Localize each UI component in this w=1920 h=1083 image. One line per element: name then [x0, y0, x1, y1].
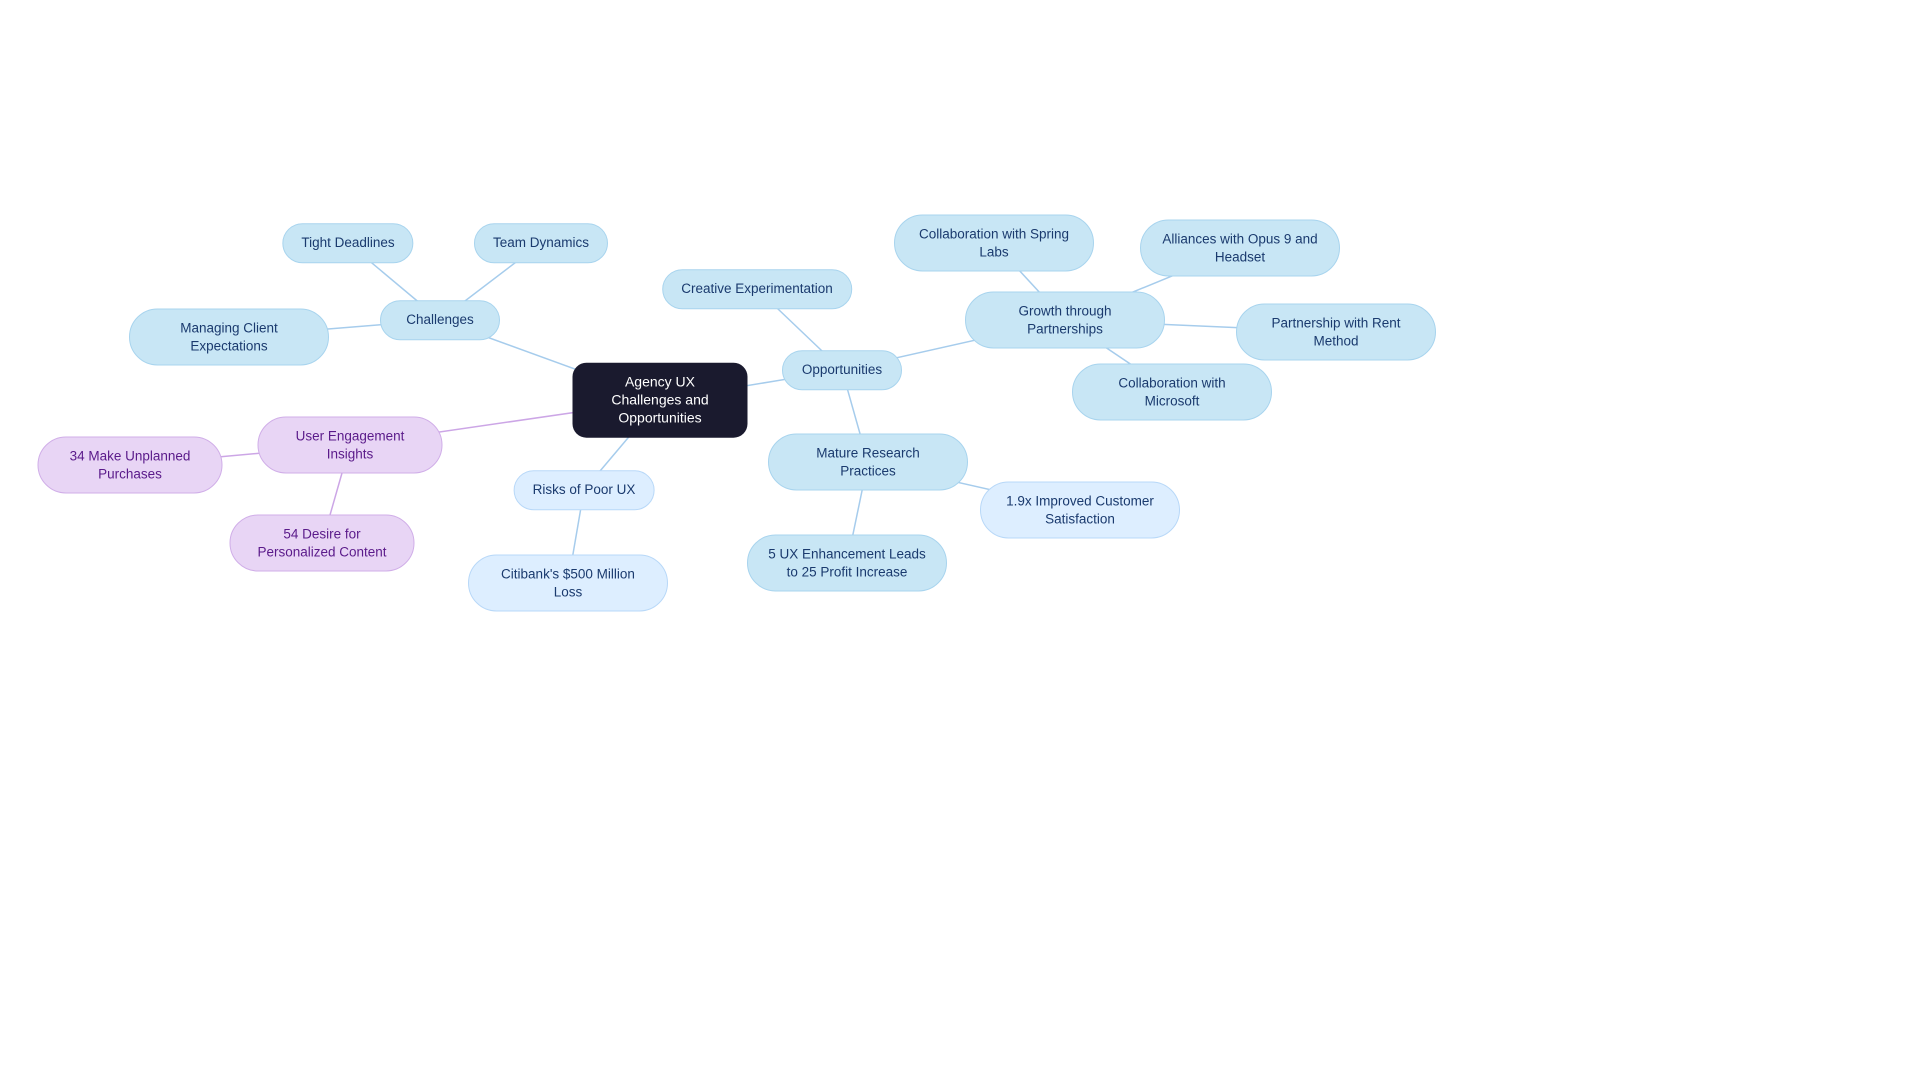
node-label-mature_research: Mature Research Practices — [787, 444, 949, 479]
node-label-ux_enhancement: 5 UX Enhancement Leads to 25 Profit Incr… — [766, 545, 928, 580]
node-label-center: Agency UX Challenges and Opportunities — [591, 373, 730, 428]
node-growth_partnerships[interactable]: Growth through Partnerships — [965, 291, 1165, 348]
node-alliances_opus[interactable]: Alliances with Opus 9 and Headset — [1140, 219, 1340, 276]
node-label-challenges: Challenges — [406, 311, 474, 329]
node-improved_satisfaction[interactable]: 1.9x Improved Customer Satisfaction — [980, 481, 1180, 538]
node-label-managing_client: Managing Client Expectations — [148, 319, 310, 354]
node-label-make_unplanned: 34 Make Unplanned Purchases — [57, 447, 204, 482]
node-label-partnership_rent: Partnership with Rent Method — [1255, 314, 1417, 349]
node-make_unplanned[interactable]: 34 Make Unplanned Purchases — [38, 436, 223, 493]
node-center[interactable]: Agency UX Challenges and Opportunities — [573, 363, 748, 438]
node-label-team_dynamics: Team Dynamics — [493, 234, 589, 252]
node-label-desire_personalized: 54 Desire for Personalized Content — [249, 525, 396, 560]
node-label-creative_experimentation: Creative Experimentation — [681, 280, 833, 298]
node-label-alliances_opus: Alliances with Opus 9 and Headset — [1159, 230, 1321, 265]
node-challenges[interactable]: Challenges — [380, 300, 500, 340]
node-partnership_rent[interactable]: Partnership with Rent Method — [1236, 303, 1436, 360]
node-ux_enhancement[interactable]: 5 UX Enhancement Leads to 25 Profit Incr… — [747, 534, 947, 591]
node-collab_spring[interactable]: Collaboration with Spring Labs — [894, 214, 1094, 271]
node-team_dynamics[interactable]: Team Dynamics — [474, 223, 608, 263]
node-citibank[interactable]: Citibank's $500 Million Loss — [468, 554, 668, 611]
node-label-opportunities: Opportunities — [802, 361, 882, 379]
node-label-growth_partnerships: Growth through Partnerships — [984, 302, 1146, 337]
node-managing_client[interactable]: Managing Client Expectations — [129, 308, 329, 365]
node-label-risks_poor_ux: Risks of Poor UX — [533, 481, 636, 499]
node-creative_experimentation[interactable]: Creative Experimentation — [662, 269, 852, 309]
node-mature_research[interactable]: Mature Research Practices — [768, 433, 968, 490]
node-label-tight_deadlines: Tight Deadlines — [301, 234, 394, 252]
node-user_engagement[interactable]: User Engagement Insights — [258, 416, 443, 473]
node-opportunities[interactable]: Opportunities — [782, 350, 902, 390]
node-label-improved_satisfaction: 1.9x Improved Customer Satisfaction — [999, 492, 1161, 527]
node-tight_deadlines[interactable]: Tight Deadlines — [282, 223, 413, 263]
node-label-collab_microsoft: Collaboration with Microsoft — [1091, 374, 1253, 409]
node-collab_microsoft[interactable]: Collaboration with Microsoft — [1072, 363, 1272, 420]
node-label-collab_spring: Collaboration with Spring Labs — [913, 225, 1075, 260]
node-label-citibank: Citibank's $500 Million Loss — [487, 565, 649, 600]
node-risks_poor_ux[interactable]: Risks of Poor UX — [514, 470, 655, 510]
mind-map: Agency UX Challenges and Opportunities Ch… — [0, 0, 1920, 1083]
node-desire_personalized[interactable]: 54 Desire for Personalized Content — [230, 514, 415, 571]
node-label-user_engagement: User Engagement Insights — [277, 427, 424, 462]
